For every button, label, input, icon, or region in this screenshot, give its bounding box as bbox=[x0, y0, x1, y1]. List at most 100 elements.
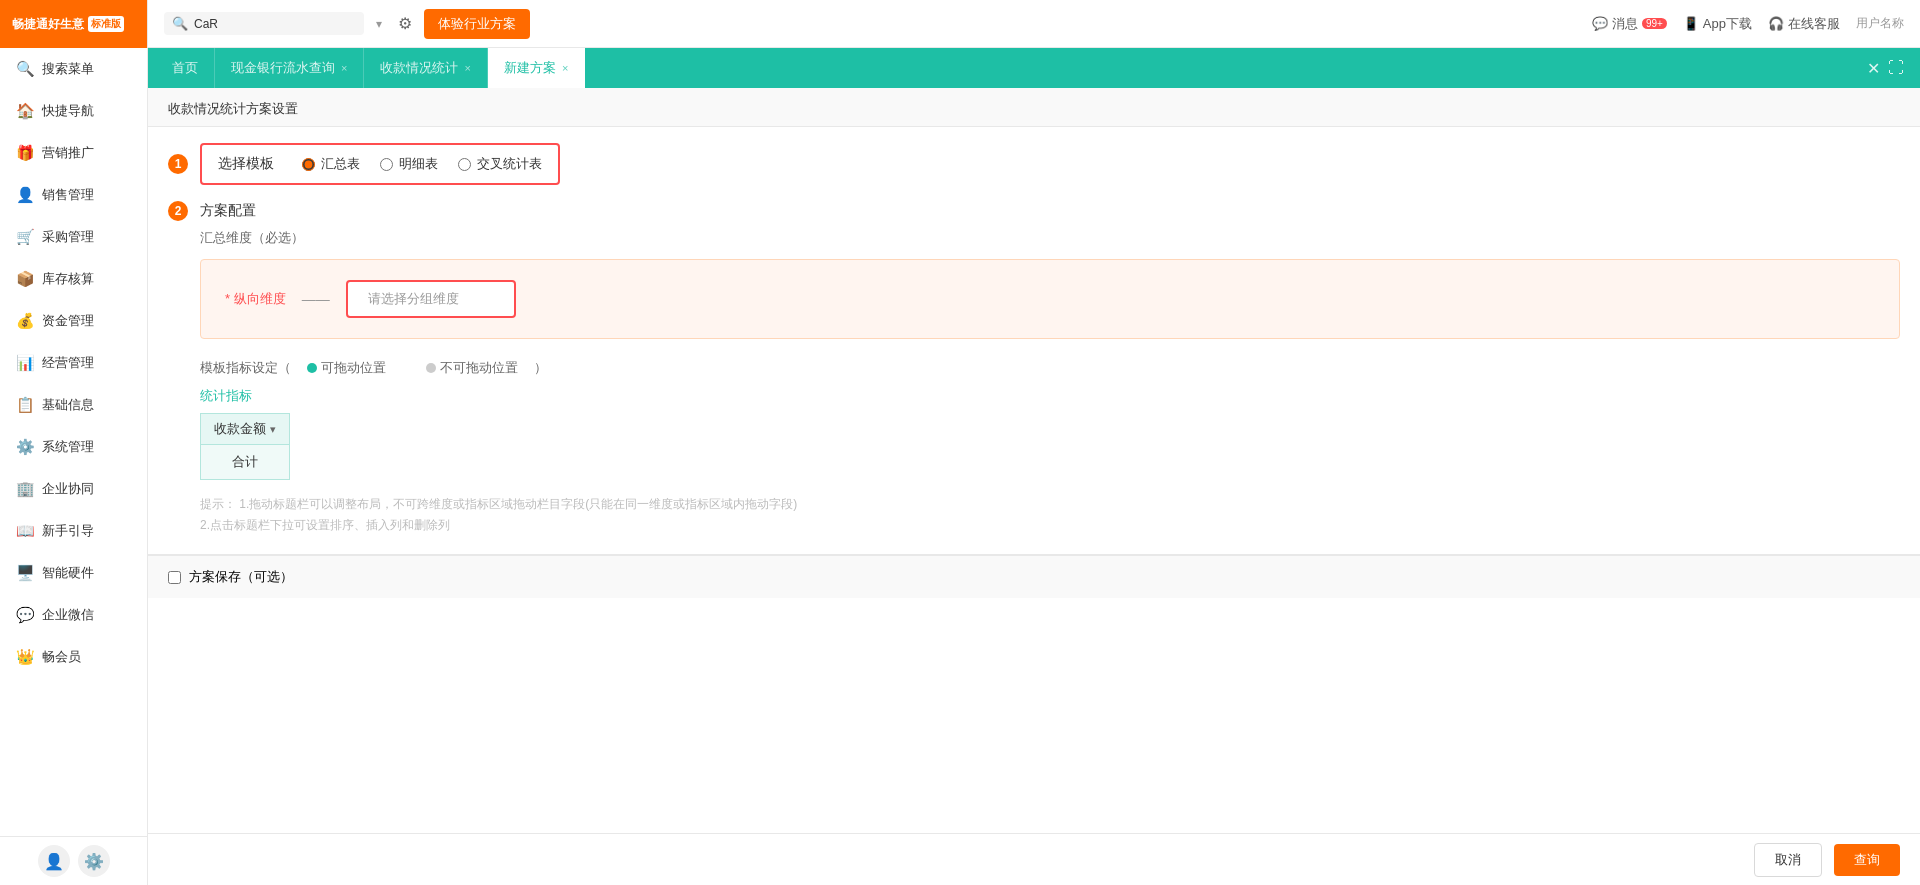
search-input[interactable] bbox=[194, 17, 344, 31]
sidebar-label-basic-info: 基础信息 bbox=[42, 396, 94, 414]
save-label: 方案保存（可选） bbox=[189, 568, 293, 586]
non-draggable-label: 不可拖动位置 bbox=[440, 359, 518, 377]
sidebar-item-inventory[interactable]: 📦 库存核算 bbox=[0, 258, 147, 300]
industry-btn[interactable]: 体验行业方案 bbox=[424, 9, 530, 39]
non-draggable-indicator: 不可拖动位置 bbox=[426, 359, 518, 377]
basic-info-icon: 📋 bbox=[16, 396, 34, 414]
wechat-icon: 💬 bbox=[16, 606, 34, 624]
logo-text: 畅捷通好生意 bbox=[12, 16, 84, 33]
tab-close-window-icon[interactable]: ✕ bbox=[1867, 59, 1880, 78]
sidebar-item-member[interactable]: 👑 畅会员 bbox=[0, 636, 147, 678]
dimension-section-title: 汇总维度（必选） bbox=[200, 229, 1900, 247]
cancel-button[interactable]: 取消 bbox=[1754, 843, 1822, 877]
radio-summary[interactable]: 汇总表 bbox=[302, 155, 360, 173]
metric-chevron-icon[interactable]: ▾ bbox=[270, 423, 276, 436]
download-label: App下载 bbox=[1703, 15, 1752, 33]
tab-maximize-icon[interactable]: ⛶ bbox=[1888, 59, 1904, 77]
tab-new-plan[interactable]: 新建方案 × bbox=[488, 48, 585, 88]
tip-1: 提示： 1.拖动标题栏可以调整布局，不可跨维度或指标区域拖动栏目字段(只能在同一… bbox=[200, 496, 1900, 513]
sidebar: 畅捷通好生意 标准版 🔍 搜索菜单 🏠 快捷导航 🎁 营销推广 👤 销售管理 🛒… bbox=[0, 0, 148, 885]
tab-cash-bank-close[interactable]: × bbox=[341, 62, 347, 74]
sidebar-item-wechat[interactable]: 💬 企业微信 bbox=[0, 594, 147, 636]
sidebar-item-quick-nav[interactable]: 🏠 快捷导航 bbox=[0, 90, 147, 132]
step1-row: 1 选择模板 汇总表 明细表 交叉统 bbox=[168, 143, 1900, 185]
user-name[interactable]: 用户名称 bbox=[1856, 15, 1904, 32]
sidebar-item-enterprise[interactable]: 🏢 企业协同 bbox=[0, 468, 147, 510]
page-title: 收款情况统计方案设置 bbox=[168, 101, 298, 116]
radio-cross-input[interactable] bbox=[458, 158, 471, 171]
service-label: 在线客服 bbox=[1788, 15, 1840, 33]
radio-detail-input[interactable] bbox=[380, 158, 393, 171]
metric-card-collection: 收款金额 ▾ 合计 bbox=[200, 413, 290, 480]
main-section: 1 选择模板 汇总表 明细表 交叉统 bbox=[148, 127, 1920, 554]
sidebar-label-member: 畅会员 bbox=[42, 648, 81, 666]
step2-title: 方案配置 bbox=[200, 202, 256, 220]
edition-badge: 标准版 bbox=[88, 16, 124, 32]
radio-detail[interactable]: 明细表 bbox=[380, 155, 438, 173]
metrics-header: 模板指标设定（ 可拖动位置 不可拖动位置 ） bbox=[200, 359, 1900, 377]
message-label: 消息 bbox=[1612, 15, 1638, 33]
sidebar-label-sales: 销售管理 bbox=[42, 186, 94, 204]
dimension-row: * 纵向维度 —— 请选择分组维度 bbox=[225, 280, 1875, 318]
gear-icon[interactable]: ⚙ bbox=[398, 14, 412, 33]
footer: 取消 查询 bbox=[148, 833, 1920, 885]
tab-new-plan-close[interactable]: × bbox=[562, 62, 568, 74]
sidebar-label-marketing: 营销推广 bbox=[42, 144, 94, 162]
main-area: 🔍 ▾ ⚙ 体验行业方案 💬 消息 99+ 📱 App下载 🎧 在线客服 用户名… bbox=[148, 0, 1920, 885]
sidebar-item-capital[interactable]: 💰 资金管理 bbox=[0, 300, 147, 342]
config-section: 汇总维度（必选） * 纵向维度 —— 请选择分组维度 模板指标设定（ bbox=[168, 229, 1900, 534]
sidebar-item-smart-hw[interactable]: 🖥️ 智能硬件 bbox=[0, 552, 147, 594]
sidebar-item-system[interactable]: ⚙️ 系统管理 bbox=[0, 426, 147, 468]
app-download-item[interactable]: 📱 App下载 bbox=[1683, 15, 1752, 33]
radio-cross-label: 交叉统计表 bbox=[477, 155, 542, 173]
search-menu-icon: 🔍 bbox=[16, 60, 34, 78]
sidebar-label-enterprise: 企业协同 bbox=[42, 480, 94, 498]
sidebar-item-basic-info[interactable]: 📋 基础信息 bbox=[0, 384, 147, 426]
radio-detail-label: 明细表 bbox=[399, 155, 438, 173]
tabbar: 首页 现金银行流水查询 × 收款情况统计 × 新建方案 × ✕ ⛶ bbox=[148, 48, 1920, 88]
sidebar-item-sales[interactable]: 👤 销售管理 bbox=[0, 174, 147, 216]
sidebar-bottom-icon-2[interactable]: ⚙️ bbox=[78, 845, 110, 877]
enterprise-icon: 🏢 bbox=[16, 480, 34, 498]
sidebar-item-search-menu[interactable]: 🔍 搜索菜单 bbox=[0, 48, 147, 90]
radio-summary-input[interactable] bbox=[302, 158, 315, 171]
step1-num: 1 bbox=[168, 154, 188, 174]
tab-collection-stat[interactable]: 收款情况统计 × bbox=[364, 48, 487, 88]
step1-title: 选择模板 bbox=[218, 155, 274, 173]
save-checkbox[interactable] bbox=[168, 571, 181, 584]
tab-home[interactable]: 首页 bbox=[156, 48, 215, 88]
radio-cross[interactable]: 交叉统计表 bbox=[458, 155, 542, 173]
step2-row: 2 方案配置 bbox=[168, 201, 1900, 221]
radio-summary-label: 汇总表 bbox=[321, 155, 360, 173]
content-area: 收款情况统计方案设置 1 选择模板 汇总表 明细表 bbox=[148, 88, 1920, 833]
sidebar-label-quick-nav: 快捷导航 bbox=[42, 102, 94, 120]
quick-nav-icon: 🏠 bbox=[16, 102, 34, 120]
service-item[interactable]: 🎧 在线客服 bbox=[1768, 15, 1840, 33]
smart-hw-icon: 🖥️ bbox=[16, 564, 34, 582]
dimension-area: * 纵向维度 —— 请选择分组维度 bbox=[200, 259, 1900, 339]
tab-new-plan-label: 新建方案 bbox=[504, 59, 556, 77]
sidebar-item-purchase[interactable]: 🛒 采购管理 bbox=[0, 216, 147, 258]
save-section: 方案保存（可选） bbox=[148, 555, 1920, 598]
message-icon: 💬 bbox=[1592, 16, 1608, 31]
tab-cash-bank[interactable]: 现金银行流水查询 × bbox=[215, 48, 364, 88]
sidebar-item-operations[interactable]: 📊 经营管理 bbox=[0, 342, 147, 384]
message-item[interactable]: 💬 消息 99+ bbox=[1592, 15, 1667, 33]
sidebar-label-inventory: 库存核算 bbox=[42, 270, 94, 288]
tab-collection-stat-close[interactable]: × bbox=[464, 62, 470, 74]
sidebar-label-guide: 新手引导 bbox=[42, 522, 94, 540]
tab-cash-bank-label: 现金银行流水查询 bbox=[231, 59, 335, 77]
sidebar-bottom-icon-1[interactable]: 👤 bbox=[38, 845, 70, 877]
metric-card-header[interactable]: 收款金额 ▾ bbox=[201, 414, 289, 445]
drag-dot-icon bbox=[307, 363, 317, 373]
metrics-section-title: 模板指标设定（ bbox=[200, 359, 291, 377]
sidebar-item-marketing[interactable]: 🎁 营销推广 bbox=[0, 132, 147, 174]
sidebar-label-operations: 经营管理 bbox=[42, 354, 94, 372]
dimension-select-box[interactable]: 请选择分组维度 bbox=[346, 280, 516, 318]
search-chevron-icon[interactable]: ▾ bbox=[376, 17, 382, 31]
inventory-icon: 📦 bbox=[16, 270, 34, 288]
member-icon: 👑 bbox=[16, 648, 34, 666]
query-button[interactable]: 查询 bbox=[1834, 844, 1900, 876]
sidebar-item-guide[interactable]: 📖 新手引导 bbox=[0, 510, 147, 552]
draggable-indicator: 可拖动位置 bbox=[307, 359, 386, 377]
